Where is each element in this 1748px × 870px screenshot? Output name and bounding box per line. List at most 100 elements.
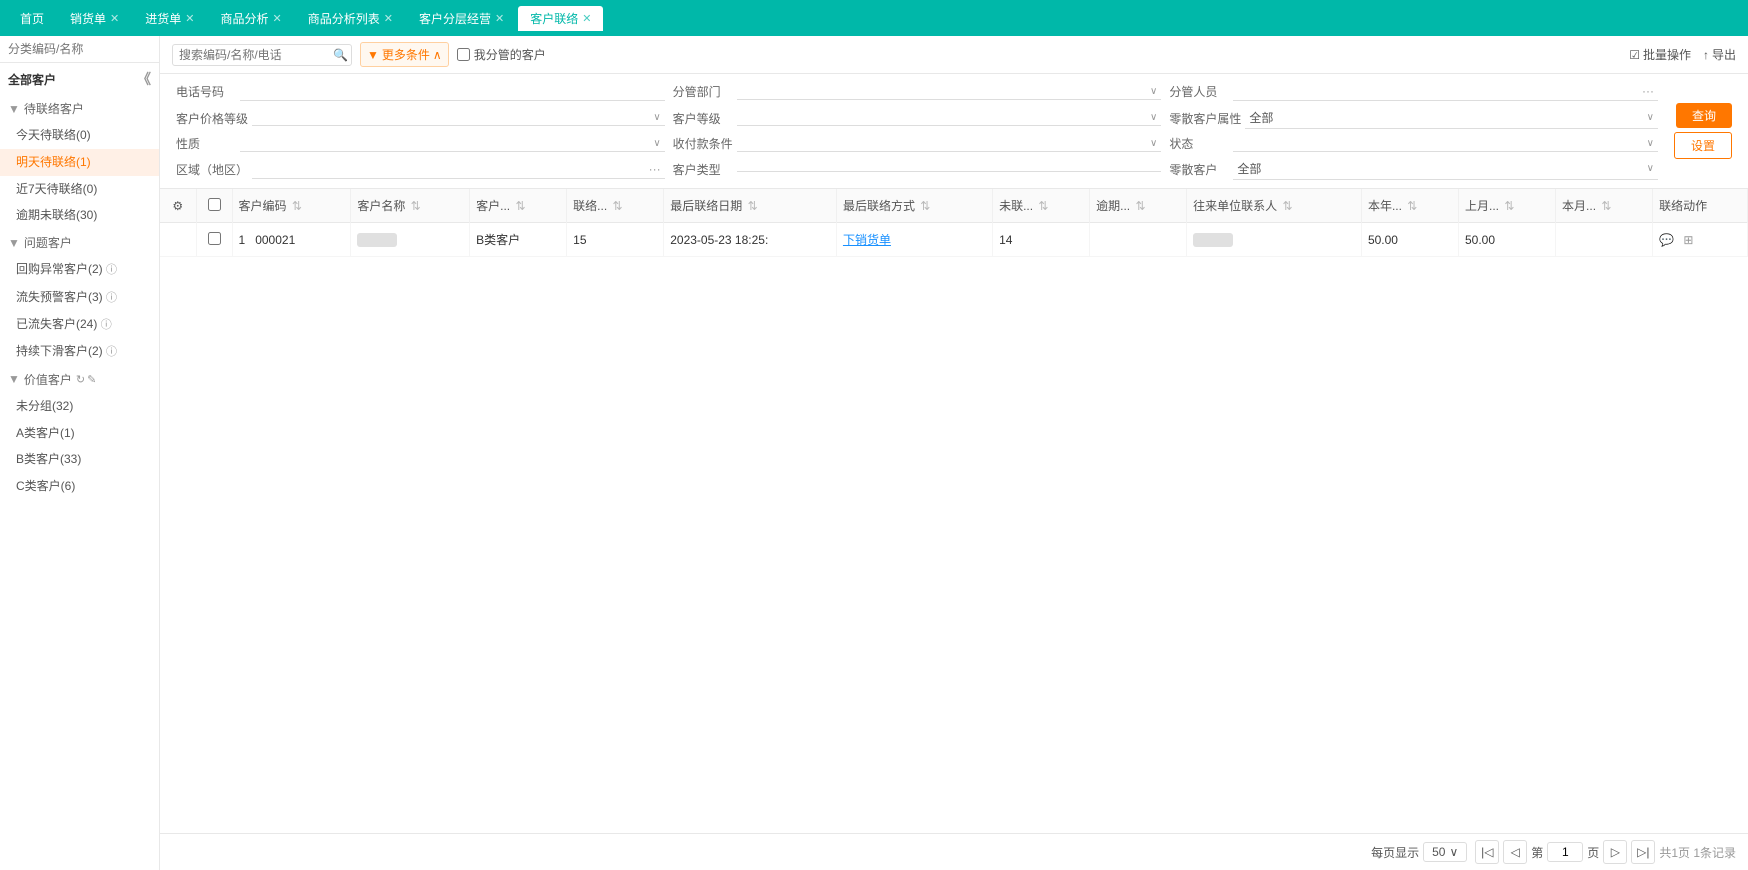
nav-sales-order[interactable]: 销货单 ✕: [58, 6, 131, 31]
sort-name-icon[interactable]: ⇅: [411, 199, 421, 213]
close-customer-contact-icon[interactable]: ✕: [582, 12, 591, 25]
sidebar-item-class-b[interactable]: B类客户(33): [0, 446, 159, 473]
retail-attr-select[interactable]: 全部 ∨: [1245, 107, 1658, 129]
row-action: 💬 ⊞: [1653, 223, 1748, 257]
customer-level-select[interactable]: ∨: [737, 110, 1162, 126]
search-icon[interactable]: 🔍: [333, 48, 348, 62]
sidebar-item-today-contact[interactable]: 今天待联络(0): [0, 122, 159, 149]
sidebar-item-churn-warning[interactable]: 流失预警客户(3) ⓘ: [0, 284, 159, 311]
search-input[interactable]: [179, 48, 329, 62]
page-unit: 页: [1587, 844, 1599, 861]
sort-method-icon[interactable]: ⇅: [920, 199, 930, 213]
close-customer-segmentation-icon[interactable]: ✕: [495, 12, 504, 25]
my-customer-checkbox[interactable]: [457, 48, 470, 61]
table-header-row: ⚙ 客户编码 ⇅ 客户名称 ⇅ 客户...: [160, 189, 1748, 223]
group-pending-contact[interactable]: ▼ 待联络客户: [0, 95, 159, 122]
sort-date-icon[interactable]: ⇅: [748, 199, 758, 213]
more-filters-button[interactable]: ▼ 更多条件 ∧: [360, 42, 449, 67]
sidebar-item-7days-contact[interactable]: 近7天待联络(0): [0, 176, 159, 203]
group-value-customers[interactable]: ▼ 价值客户 ↻ ✎: [0, 366, 159, 393]
filter-row-4: 区域（地区） ··· 客户类型: [176, 158, 1658, 180]
customer-type-select[interactable]: [737, 167, 1162, 172]
collapse-icon[interactable]: 《: [137, 69, 151, 89]
page-number-input[interactable]: [1547, 842, 1583, 862]
arrow-icon-3: ▼: [8, 372, 20, 386]
close-product-analysis-icon[interactable]: ✕: [273, 12, 282, 25]
all-customers-section[interactable]: 全部客户 《: [0, 63, 159, 95]
batch-operation-button[interactable]: ☑ 批量操作: [1629, 46, 1691, 63]
export-button[interactable]: ↑ 导出: [1703, 46, 1736, 63]
col-last-contact-date: 最后联络日期 ⇅: [664, 189, 837, 223]
per-page-dropdown[interactable]: 50 ∨: [1423, 842, 1467, 862]
col-setting[interactable]: ⚙: [160, 189, 196, 223]
manager-select[interactable]: ···: [1233, 82, 1658, 101]
setting-button[interactable]: 设置: [1674, 132, 1732, 159]
sidebar-item-tomorrow-contact[interactable]: 明天待联络(1): [0, 149, 159, 176]
sidebar-item-ungrouped[interactable]: 未分组(32): [0, 393, 159, 420]
sort-year-icon[interactable]: ⇅: [1407, 199, 1417, 213]
filter-row-2: 客户价格等级 ∨ 客户等级 ∨: [176, 107, 1658, 129]
close-sales-order-icon[interactable]: ✕: [110, 12, 119, 25]
sidebar-search-input[interactable]: [8, 42, 160, 56]
sidebar-item-churned[interactable]: 已流失客户(24) ⓘ: [0, 311, 159, 338]
retail-customer-select[interactable]: 全部 ∨: [1233, 158, 1658, 180]
sidebar-item-overdue-contact[interactable]: 逾期未联络(30): [0, 202, 159, 229]
sort-contact-icon[interactable]: ⇅: [613, 199, 623, 213]
row-last-month: 50.00: [1458, 223, 1555, 257]
sort-nc-icon[interactable]: ⇅: [1038, 199, 1048, 213]
chevron-up-icon: ∧: [433, 48, 442, 62]
row-type: B类客户: [470, 223, 567, 257]
nav-product-analysis[interactable]: 商品分析 ✕: [208, 6, 293, 31]
sort-type-icon[interactable]: ⇅: [515, 199, 525, 213]
sidebar-item-class-c[interactable]: C类客户(6): [0, 473, 159, 500]
close-product-analysis-list-icon[interactable]: ✕: [384, 12, 393, 25]
sort-code-icon[interactable]: ⇅: [292, 199, 302, 213]
payment-select[interactable]: ∨: [737, 136, 1162, 152]
sidebar-item-abnormal-repurchase[interactable]: 回购异常客户(2) ⓘ: [0, 256, 159, 283]
group-problem-customers[interactable]: ▼ 问题客户: [0, 229, 159, 256]
row-checkbox[interactable]: [208, 232, 221, 245]
pagination-controls: |◁ ◁ 第 页 ▷ ▷| 共1页 1条记录: [1475, 840, 1736, 864]
close-purchase-order-icon[interactable]: ✕: [185, 12, 194, 25]
nav-product-analysis-list[interactable]: 商品分析列表 ✕: [296, 6, 405, 31]
nav-home[interactable]: 首页: [8, 6, 56, 31]
toolbar-right: ☑ 批量操作 ↑ 导出: [1629, 46, 1736, 63]
row-contact-count: 15: [567, 223, 664, 257]
customer-table: ⚙ 客户编码 ⇅ 客户名称 ⇅ 客户...: [160, 189, 1748, 257]
prev-page-button[interactable]: ◁: [1503, 840, 1527, 864]
dept-chevron-icon: ∨: [1150, 86, 1157, 97]
sort-unit-icon[interactable]: ⇅: [1283, 199, 1293, 213]
sidebar-search-container: 🔍: [0, 36, 159, 63]
region-filter: 区域（地区） ···: [176, 160, 665, 179]
action-chat-icon[interactable]: 💬: [1659, 233, 1674, 247]
action-more-icon[interactable]: ⊞: [1683, 233, 1693, 247]
customer-value-select[interactable]: ∨: [252, 110, 665, 126]
retail-attr-label: 零散客户属性: [1169, 110, 1241, 127]
nav-purchase-order[interactable]: 进货单 ✕: [133, 6, 206, 31]
sort-tm-icon[interactable]: ⇅: [1601, 199, 1611, 213]
col-code: 客户编码 ⇅: [232, 189, 351, 223]
status-select[interactable]: ∨: [1233, 136, 1658, 152]
sidebar-item-class-a[interactable]: A类客户(1): [0, 420, 159, 447]
first-page-button[interactable]: |◁: [1475, 840, 1499, 864]
sort-overdue-icon[interactable]: ⇅: [1135, 199, 1145, 213]
sort-lm-icon[interactable]: ⇅: [1504, 199, 1514, 213]
sidebar-item-declining[interactable]: 持续下滑客户(2) ⓘ: [0, 338, 159, 365]
arrow-icon: ▼: [8, 102, 20, 116]
select-all-checkbox[interactable]: [208, 198, 221, 211]
region-select[interactable]: ···: [252, 160, 665, 179]
cv-chevron-icon: ∨: [653, 112, 660, 123]
query-button[interactable]: 查询: [1676, 103, 1732, 128]
dept-select[interactable]: ∨: [737, 84, 1162, 100]
region-more-icon[interactable]: ···: [649, 162, 661, 176]
nav-customer-contact[interactable]: 客户联络 ✕: [518, 6, 603, 31]
phone-input[interactable]: [240, 82, 665, 101]
last-page-button[interactable]: ▷|: [1631, 840, 1655, 864]
per-page-selector: 每页显示 50 ∨: [1371, 842, 1467, 862]
more-options-icon[interactable]: ···: [1642, 84, 1654, 98]
nav-customer-segmentation[interactable]: 客户分层经营 ✕: [407, 6, 516, 31]
per-page-label: 每页显示: [1371, 844, 1419, 861]
gender-select[interactable]: ∨: [240, 136, 665, 152]
rc-chevron-icon: ∨: [1647, 163, 1654, 174]
next-page-button[interactable]: ▷: [1603, 840, 1627, 864]
